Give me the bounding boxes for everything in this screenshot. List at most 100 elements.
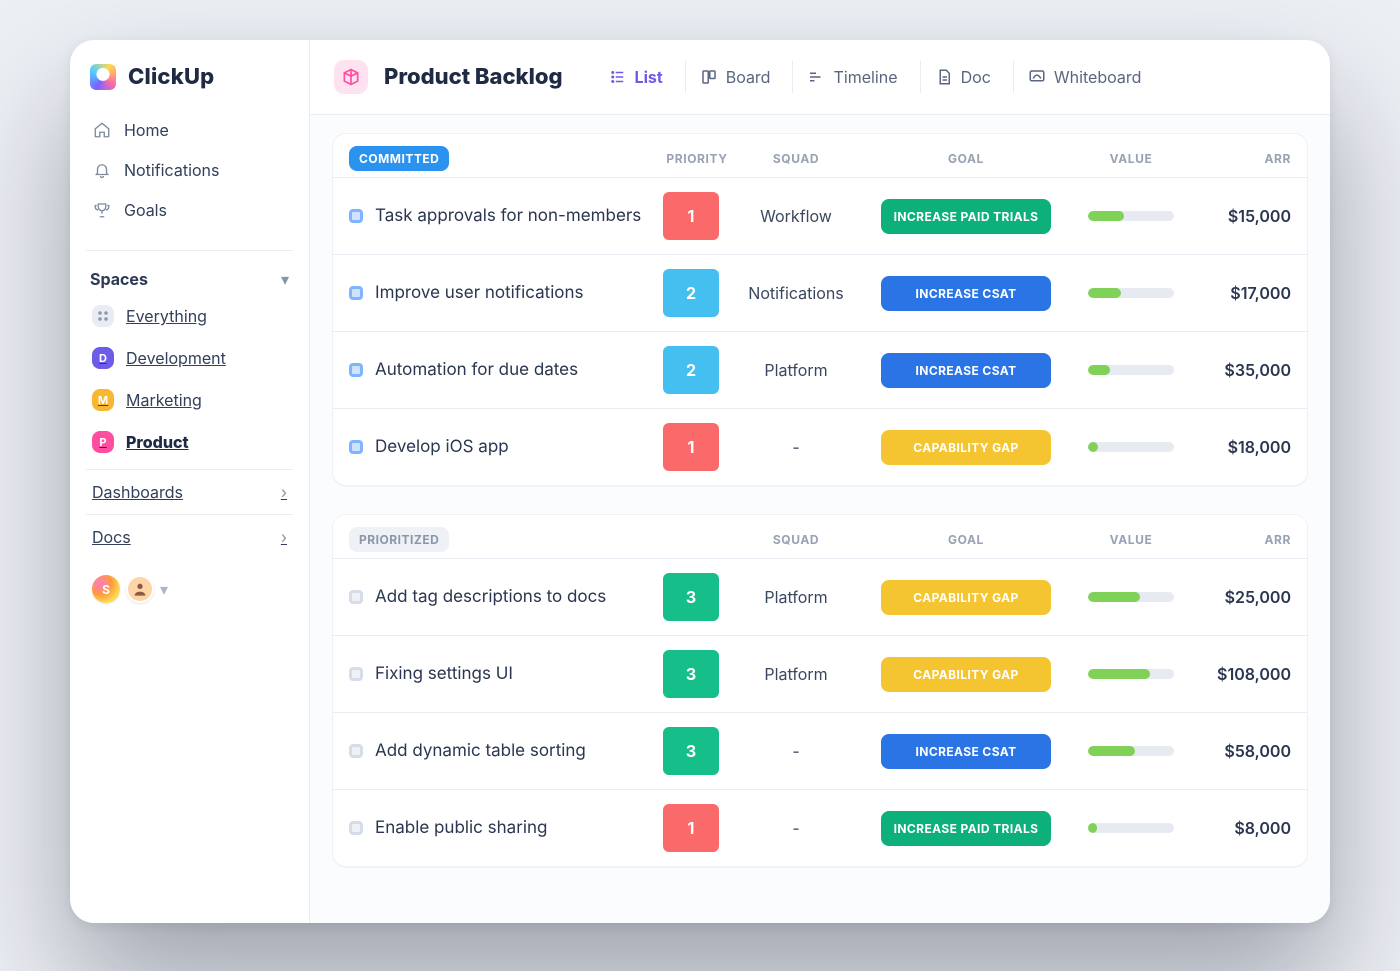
tab-label: List [635, 67, 663, 87]
nav-home[interactable]: Home [86, 110, 293, 150]
tab-doc[interactable]: Doc [920, 61, 1005, 93]
tab-label: Whiteboard [1054, 67, 1142, 87]
group-status-chip[interactable]: PRIORITIZED [349, 527, 449, 552]
page-title: Product Backlog [384, 64, 563, 90]
goal-pill[interactable]: INCREASE PAID TRIALS [881, 199, 1051, 234]
value-cell [1071, 592, 1191, 602]
goal-pill[interactable]: INCREASE CSAT [881, 276, 1051, 311]
tab-timeline[interactable]: Timeline [792, 61, 911, 93]
bell-icon [92, 160, 112, 180]
priority-pill[interactable]: 3 [663, 727, 719, 775]
arr-cell: $25,000 [1191, 587, 1291, 607]
task-title: Add dynamic table sorting [375, 741, 586, 761]
nav-notifications[interactable]: Notifications [86, 150, 293, 190]
content: COMMITTED PRIORITY SQUAD GOAL VALUE ARR … [310, 115, 1330, 923]
value-bar [1088, 442, 1174, 452]
table-row[interactable]: Add dynamic table sorting 3 - INCREASE C… [333, 712, 1307, 789]
priority-pill[interactable]: 2 [663, 346, 719, 394]
status-bullet-icon[interactable] [349, 590, 363, 604]
space-everything[interactable]: Everything [86, 295, 293, 337]
status-bullet-icon[interactable] [349, 363, 363, 377]
priority-pill[interactable]: 3 [663, 573, 719, 621]
avatar-menu-caret-icon: ▾ [160, 579, 168, 599]
status-bullet-icon[interactable] [349, 209, 363, 223]
status-bullet-icon[interactable] [349, 821, 363, 835]
table-row[interactable]: Add tag descriptions to docs 3 Platform … [333, 558, 1307, 635]
tab-list[interactable]: List [595, 61, 677, 93]
status-bullet-icon[interactable] [349, 744, 363, 758]
table-row[interactable]: Automation for due dates 2 Platform INCR… [333, 331, 1307, 408]
status-bullet-icon[interactable] [349, 440, 363, 454]
task-title: Automation for due dates [375, 360, 578, 380]
table-row[interactable]: Develop iOS app 1 - CAPABILITY GAP $18,0… [333, 408, 1307, 485]
task-cell: Automation for due dates [349, 360, 663, 380]
sidebar-docs[interactable]: Docs › [86, 514, 293, 559]
task-cell: Fixing settings UI [349, 664, 663, 684]
space-product[interactable]: P Product [86, 421, 293, 463]
primary-nav: Home Notifications Goals [86, 110, 293, 230]
nav-home-label: Home [124, 120, 169, 140]
nav-goals[interactable]: Goals [86, 190, 293, 230]
space-development[interactable]: D Development [86, 337, 293, 379]
tab-board[interactable]: Board [685, 61, 785, 93]
col-squad: SQUAD [731, 151, 861, 166]
space-badge: D [92, 347, 114, 369]
goal-cell: INCREASE CSAT [861, 353, 1071, 388]
sidebar-dashboards[interactable]: Dashboards › [86, 469, 293, 514]
col-priority: PRIORITY [663, 151, 731, 166]
value-cell [1071, 365, 1191, 375]
sidebar-dashboards-label: Dashboards [92, 482, 183, 502]
priority-cell: 1 [663, 192, 731, 240]
goal-cell: CAPABILITY GAP [861, 657, 1071, 692]
priority-pill[interactable]: 1 [663, 192, 719, 240]
value-cell [1071, 823, 1191, 833]
grid-icon [92, 305, 114, 327]
goal-cell: INCREASE CSAT [861, 734, 1071, 769]
space-badge: P [92, 431, 114, 453]
space-icon [334, 60, 368, 94]
table-row[interactable]: Task approvals for non-members 1 Workflo… [333, 177, 1307, 254]
spaces-header[interactable]: Spaces ▾ [86, 263, 293, 295]
task-group: COMMITTED PRIORITY SQUAD GOAL VALUE ARR … [332, 133, 1308, 486]
goal-pill[interactable]: INCREASE PAID TRIALS [881, 811, 1051, 846]
col-arr: ARR [1191, 151, 1291, 166]
goal-pill[interactable]: INCREASE CSAT [881, 734, 1051, 769]
squad-cell: Workflow [731, 206, 861, 226]
chevron-right-icon: › [281, 482, 287, 502]
value-cell [1071, 442, 1191, 452]
status-bullet-icon[interactable] [349, 667, 363, 681]
goal-cell: INCREASE CSAT [861, 276, 1071, 311]
priority-cell: 1 [663, 804, 731, 852]
status-bullet-icon[interactable] [349, 286, 363, 300]
arr-cell: $18,000 [1191, 437, 1291, 457]
priority-pill[interactable]: 1 [663, 804, 719, 852]
tab-whiteboard[interactable]: Whiteboard [1013, 61, 1156, 93]
priority-pill[interactable]: 1 [663, 423, 719, 471]
value-cell [1071, 746, 1191, 756]
task-cell: Enable public sharing [349, 818, 663, 838]
space-label: Everything [126, 306, 207, 326]
squad-cell: Platform [731, 360, 861, 380]
priority-pill[interactable]: 2 [663, 269, 719, 317]
table-row[interactable]: Enable public sharing 1 - INCREASE PAID … [333, 789, 1307, 866]
tab-label: Board [726, 67, 771, 87]
space-marketing[interactable]: M Marketing [86, 379, 293, 421]
whiteboard-icon [1028, 68, 1046, 86]
squad-cell: - [731, 437, 861, 457]
goal-pill[interactable]: CAPABILITY GAP [881, 430, 1051, 465]
goal-pill[interactable]: INCREASE CSAT [881, 353, 1051, 388]
table-row[interactable]: Improve user notifications 2 Notificatio… [333, 254, 1307, 331]
goal-pill[interactable]: CAPABILITY GAP [881, 580, 1051, 615]
group-status-chip[interactable]: COMMITTED [349, 146, 449, 171]
main: Product Backlog List Board [310, 40, 1330, 923]
goal-pill[interactable]: CAPABILITY GAP [881, 657, 1051, 692]
priority-pill[interactable]: 3 [663, 650, 719, 698]
table-row[interactable]: Fixing settings UI 3 Platform CAPABILITY… [333, 635, 1307, 712]
spaces-list: Everything D Development M Marketing P P… [86, 295, 293, 463]
doc-icon [935, 68, 953, 86]
col-value: VALUE [1071, 532, 1191, 547]
squad-cell: Platform [731, 587, 861, 607]
list-icon [609, 68, 627, 86]
user-avatars[interactable]: S ▾ [86, 565, 293, 613]
arr-cell: $35,000 [1191, 360, 1291, 380]
